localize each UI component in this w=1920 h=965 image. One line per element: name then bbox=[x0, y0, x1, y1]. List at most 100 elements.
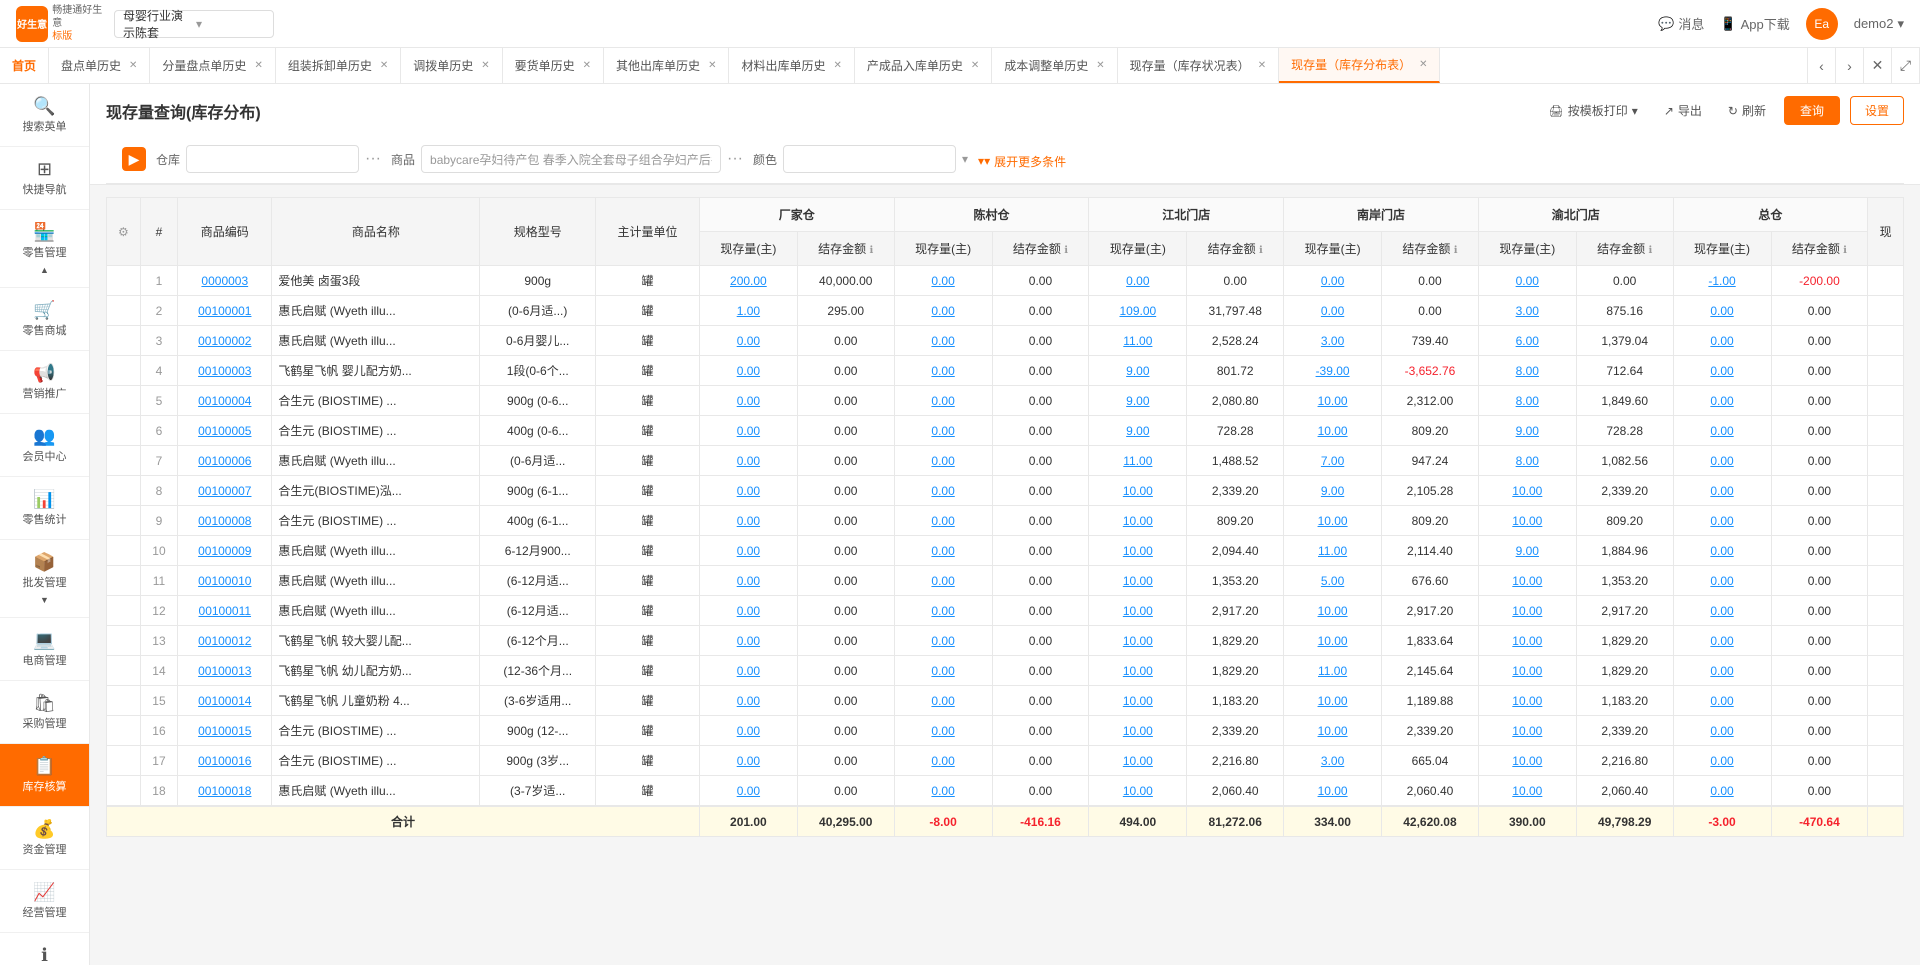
tab-chengben[interactable]: 成本调整单历史 ✕ bbox=[992, 48, 1117, 83]
sidebar-item-purchase[interactable]: 🛍 采购管理 bbox=[0, 681, 89, 744]
col-jiangbei-stock: 现存量(主) bbox=[1089, 232, 1187, 266]
goods-more-icon[interactable]: ··· bbox=[727, 150, 743, 168]
close-icon[interactable]: ✕ bbox=[708, 60, 716, 71]
close-icon[interactable]: ✕ bbox=[1419, 59, 1427, 70]
tab-pandian[interactable]: 盘点单历史 ✕ bbox=[49, 48, 150, 83]
content-area: 现存量查询(库存分布) 🖨 按模板打印 ▾ ↗ 导出 ↻ 刷新 bbox=[90, 84, 1920, 965]
col-total-stock: 现存量(主) bbox=[1673, 232, 1771, 266]
color-input[interactable] bbox=[783, 145, 956, 173]
tab-chanpin[interactable]: 产成品入库单历史 ✕ bbox=[855, 48, 992, 83]
avatar[interactable]: Ea bbox=[1806, 8, 1838, 40]
filter-expand-btn[interactable]: ▶ bbox=[122, 147, 146, 171]
sidebar-item-ecommerce[interactable]: 💻 电商管理 bbox=[0, 618, 89, 681]
close-icon[interactable]: ✕ bbox=[1096, 60, 1104, 71]
tab-next-btn[interactable]: › bbox=[1836, 48, 1864, 84]
table-row: 1200100011惠氏启赋 (Wyeth illu...(6-12月适...罐… bbox=[107, 596, 1904, 626]
col-settings-header[interactable]: ⚙ bbox=[107, 198, 141, 266]
company-selector[interactable]: 母婴行业演示陈套 ▾ bbox=[114, 10, 274, 38]
sidebar-item-basics[interactable]: ℹ 基础信息 bbox=[0, 933, 89, 965]
shop-icon: 🛒 bbox=[33, 300, 55, 321]
close-icon[interactable]: ✕ bbox=[481, 60, 489, 71]
col-jiangbei-group: 江北门店 bbox=[1089, 198, 1284, 232]
goods-input[interactable] bbox=[421, 145, 721, 173]
table-area: ⚙ # 商品编码 商品名称 规格型号 主计量单位 厂家仓 陈村仓 江北门店 南岸… bbox=[90, 185, 1920, 965]
tab-yaohuo[interactable]: 要货单历史 ✕ bbox=[503, 48, 604, 83]
close-icon[interactable]: ✕ bbox=[583, 60, 591, 71]
tab-clchuku[interactable]: 材料出库单历史 ✕ bbox=[729, 48, 854, 83]
tab-close-all-btn[interactable]: ✕ bbox=[1864, 48, 1892, 84]
col-current-header: 现 bbox=[1868, 198, 1904, 266]
tab-fenpandian[interactable]: 分量盘点单历史 ✕ bbox=[150, 48, 275, 83]
tab-xiancunliang2[interactable]: 现存量（库存分布表） ✕ bbox=[1279, 48, 1440, 83]
sidebar-item-wholesale[interactable]: 📦 批发管理 ▼ bbox=[0, 540, 89, 617]
member-icon: 👥 bbox=[33, 426, 55, 447]
sidebar-item-operations[interactable]: 📈 经营管理 bbox=[0, 870, 89, 933]
tab-xiancunliang1[interactable]: 现存量（库存状况表） ✕ bbox=[1118, 48, 1279, 83]
close-icon[interactable]: ✕ bbox=[254, 60, 262, 71]
table-row: 1400100013飞鹤星飞帆 幼儿配方奶...(12-36个月...罐0.00… bbox=[107, 656, 1904, 686]
sidebar-item-retail-mall[interactable]: 🛒 零售商城 bbox=[0, 288, 89, 351]
chevron-down-icon: ▾ bbox=[1632, 104, 1638, 118]
refresh-icon: ↻ bbox=[1728, 104, 1738, 118]
sidebar-item-inventory[interactable]: 📋 库存核算 bbox=[0, 744, 89, 807]
print-btn[interactable]: 🖨 按模板打印 ▾ bbox=[1541, 98, 1646, 123]
sidebar-item-marketing[interactable]: 📢 营销推广 bbox=[0, 351, 89, 414]
table-row: 800100007合生元(BIOSTIME)泓...900g (6-1...罐0… bbox=[107, 476, 1904, 506]
chevron-down-icon: ▾ bbox=[962, 152, 968, 166]
filter-row: ▶ 仓库 ··· 商品 ··· 颜色 ▾ ▾▾ bbox=[106, 135, 1904, 184]
export-btn[interactable]: ↗ 导出 bbox=[1656, 98, 1710, 123]
inventory-icon: 📋 bbox=[33, 756, 55, 777]
ecommerce-icon: 💻 bbox=[33, 630, 55, 651]
col-total-amount: 结存金额 ℹ bbox=[1771, 232, 1868, 266]
sidebar-item-member[interactable]: 👥 会员中心 bbox=[0, 414, 89, 477]
export-icon: ↗ bbox=[1664, 104, 1674, 118]
col-chenlu-stock: 现存量(主) bbox=[894, 232, 992, 266]
col-jiangbei-amount: 结存金额 ℹ bbox=[1187, 232, 1284, 266]
tab-diaob[interactable]: 调拨单历史 ✕ bbox=[401, 48, 502, 83]
refresh-btn[interactable]: ↻ 刷新 bbox=[1720, 98, 1774, 123]
username-label[interactable]: demo2 ▾ bbox=[1854, 16, 1904, 32]
close-icon[interactable]: ✕ bbox=[971, 60, 979, 71]
message-btn[interactable]: 💬 消息 bbox=[1658, 14, 1704, 33]
app-download-btn[interactable]: 📱 App下载 bbox=[1720, 14, 1789, 33]
sidebar-item-search[interactable]: 🔍 搜索英单 bbox=[0, 84, 89, 147]
page-title: 现存量查询(库存分布) bbox=[106, 99, 261, 123]
settings-btn[interactable]: 设置 bbox=[1850, 96, 1904, 125]
tab-qitachuku[interactable]: 其他出库单历史 ✕ bbox=[604, 48, 729, 83]
tab-zuzhuang[interactable]: 组装拆卸单历史 ✕ bbox=[276, 48, 401, 83]
sidebar-item-nav[interactable]: ⊞ 快捷导航 bbox=[0, 147, 89, 210]
close-icon[interactable]: ✕ bbox=[129, 60, 137, 71]
sidebar-item-finance[interactable]: 💰 资金管理 bbox=[0, 807, 89, 870]
expand-more-btn[interactable]: ▾▾ 展开更多条件 bbox=[978, 153, 1066, 170]
col-yubei-stock: 现存量(主) bbox=[1478, 232, 1576, 266]
close-icon[interactable]: ✕ bbox=[833, 60, 841, 71]
tab-expand-btn[interactable]: ⤢ bbox=[1892, 48, 1920, 84]
table-row: 900100008合生元 (BIOSTIME) ...400g (6-1...罐… bbox=[107, 506, 1904, 536]
more-options-icon[interactable]: ··· bbox=[365, 150, 381, 168]
close-icon[interactable]: ✕ bbox=[1258, 60, 1266, 71]
tab-home[interactable]: 首页 bbox=[0, 48, 49, 83]
table-row: 400100003飞鹤星飞帆 婴儿配方奶...1段(0-6个...罐0.000.… bbox=[107, 356, 1904, 386]
col-yubei-group: 渝北门店 bbox=[1478, 198, 1673, 232]
logo-text: 畅捷通好生意 标版 bbox=[52, 4, 106, 43]
grid-icon: ⊞ bbox=[37, 159, 52, 180]
close-icon[interactable]: ✕ bbox=[380, 60, 388, 71]
goods-label: 商品 bbox=[391, 151, 415, 168]
promotion-icon: 📢 bbox=[33, 363, 55, 384]
query-btn[interactable]: 查询 bbox=[1784, 96, 1840, 125]
sidebar-item-retail-mgmt[interactable]: 🏪 零售管理 ▲ bbox=[0, 210, 89, 287]
warehouse-input[interactable] bbox=[186, 145, 359, 173]
table-row: 10000003爱他美 卤蛋3段900g罐200.0040,000.000.00… bbox=[107, 266, 1904, 296]
tab-prev-btn[interactable]: ‹ bbox=[1808, 48, 1836, 84]
print-icon: 🖨 bbox=[1549, 104, 1564, 118]
purchase-icon: 🛍 bbox=[33, 693, 56, 714]
warehouse-filter: 仓库 ··· bbox=[156, 145, 381, 173]
col-nanan-stock: 现存量(主) bbox=[1284, 232, 1382, 266]
page-title-row: 现存量查询(库存分布) 🖨 按模板打印 ▾ ↗ 导出 ↻ 刷新 bbox=[106, 96, 1904, 125]
info-icon: ℹ bbox=[41, 945, 48, 965]
color-label: 颜色 bbox=[753, 151, 777, 168]
table-row: 1500100014飞鹤星飞帆 儿童奶粉 4...(3-6岁适用...罐0.00… bbox=[107, 686, 1904, 716]
col-factory-group: 厂家仓 bbox=[699, 198, 894, 232]
sidebar-item-retail-stats[interactable]: 📊 零售统计 bbox=[0, 477, 89, 540]
chevron-down-icon: ▾ bbox=[196, 17, 265, 31]
